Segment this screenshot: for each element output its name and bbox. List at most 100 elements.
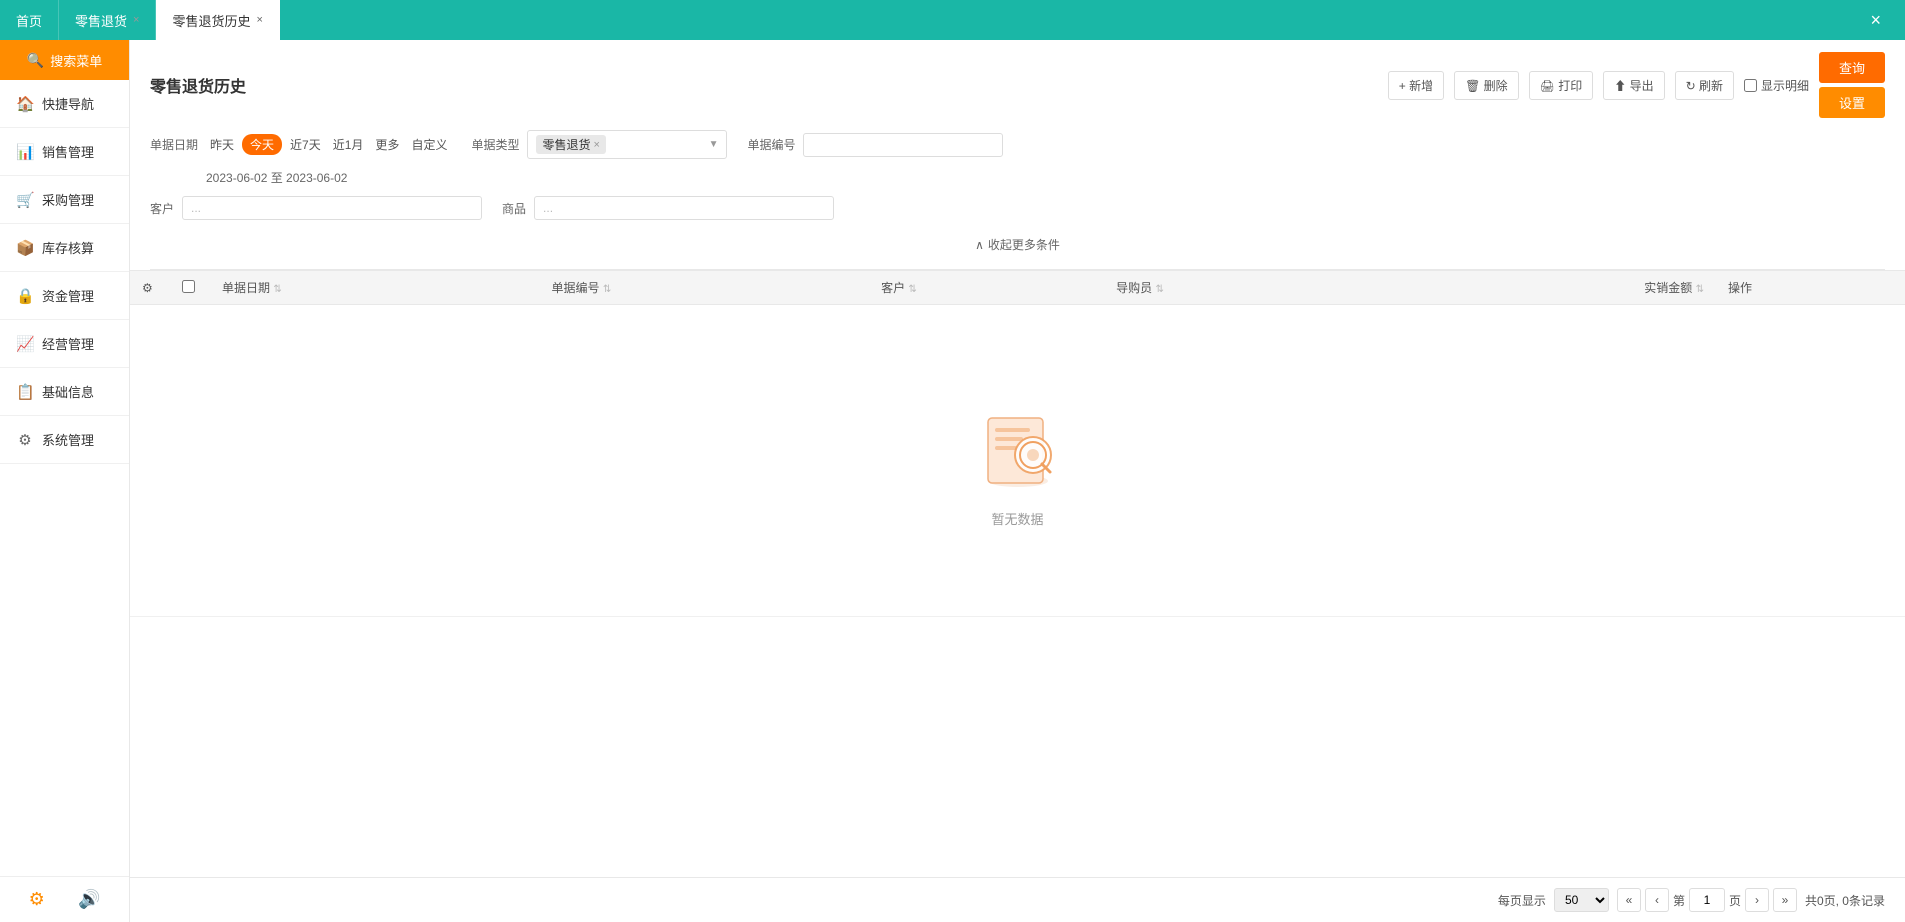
tab-retail-return-label: 零售退货 <box>75 11 127 30</box>
doc-type-select-arrow: ▼ <box>709 139 719 150</box>
sidebar-item-basic-info[interactable]: 📋 基础信息 <box>0 368 129 416</box>
show-detail-label: 显示明细 <box>1761 77 1809 94</box>
sidebar-item-purchase-mgmt[interactable]: 🛒 采购管理 <box>0 176 129 224</box>
sidebar: 🔍 搜索菜单 🏠 快捷导航 📊 销售管理 🛒 采购管理 📦 库存核算 🔒 资金管… <box>0 40 130 922</box>
sidebar-item-finance[interactable]: 🔒 资金管理 <box>0 272 129 320</box>
delete-button[interactable]: 🗑 删除 <box>1454 71 1519 100</box>
tab-home[interactable]: 首页 <box>0 0 59 40</box>
last-page-button[interactable]: » <box>1773 888 1797 912</box>
sidebar-item-inventory-label: 库存核算 <box>42 238 94 257</box>
date-opt-7days[interactable]: 近7天 <box>286 134 325 155</box>
page-title: 零售退货历史 <box>150 73 246 97</box>
th-settings[interactable]: ⚙ <box>130 271 170 305</box>
date-opt-custom[interactable]: 自定义 <box>407 134 451 155</box>
business-mgmt-icon: 📈 <box>16 335 34 353</box>
page-prefix: 第 <box>1673 892 1685 909</box>
header-actions: + 新增 🗑 删除 🖨 打印 ⬆ 导出 ↻ 刷新 显示明细 查询 设置 <box>1388 52 1885 118</box>
date-opt-1month[interactable]: 近1月 <box>329 134 368 155</box>
tab-retail-return[interactable]: 零售退货 × <box>59 0 156 40</box>
export-button[interactable]: ⬆ 导出 <box>1603 71 1664 100</box>
sidebar-item-sales-mgmt-label: 销售管理 <box>42 142 94 161</box>
th-doc-date[interactable]: 单据日期 ⇅ <box>210 271 540 305</box>
first-page-button[interactable]: « <box>1617 888 1641 912</box>
sidebar-item-quick-nav[interactable]: 🏠 快捷导航 <box>0 80 129 128</box>
customer-filter-label: 客户 <box>150 200 174 217</box>
filter-row-2: 客户 商品 <box>150 196 1885 220</box>
th-amount-label: 实销金额 <box>1644 281 1692 295</box>
date-range-text: 2023-06-02 至 2023-06-02 <box>206 169 347 186</box>
empty-icon <box>968 393 1068 493</box>
doc-number-input[interactable] <box>803 133 1003 157</box>
collapse-label: 收起更多条件 <box>988 236 1060 253</box>
query-button[interactable]: 查询 <box>1819 52 1885 83</box>
sidebar-item-business-mgmt[interactable]: 📈 经营管理 <box>0 320 129 368</box>
new-button[interactable]: + 新增 <box>1388 71 1444 100</box>
tab-retail-return-history-label: 零售退货历史 <box>172 11 250 30</box>
date-opt-more[interactable]: 更多 <box>371 134 403 155</box>
settings-button[interactable]: 设置 <box>1819 87 1885 118</box>
goods-input[interactable] <box>534 196 834 220</box>
sidebar-item-inventory[interactable]: 📦 库存核算 <box>0 224 129 272</box>
collapse-row: ∧ 收起更多条件 <box>150 230 1885 259</box>
quick-nav-icon: 🏠 <box>16 95 34 113</box>
doc-date-sort-icon: ⇅ <box>273 284 281 295</box>
th-doc-date-label: 单据日期 <box>222 281 270 295</box>
filter-row-1: 单据日期 昨天 今天 近7天 近1月 更多 自定义 单据类型 <box>150 130 1885 159</box>
show-detail-checkbox[interactable] <box>1744 79 1757 92</box>
page-size-select[interactable]: 20 50 100 200 <box>1554 888 1609 912</box>
guide-sort-icon: ⇅ <box>1156 284 1164 295</box>
page-title-row: 零售退货历史 + 新增 🗑 删除 🖨 打印 ⬆ 导出 ↻ 刷新 显示明细 查询 … <box>150 52 1885 118</box>
doc-type-tag-value: 零售退货 <box>542 136 590 153</box>
date-opt-yesterday[interactable]: 昨天 <box>206 134 238 155</box>
table-area: ⚙ 单据日期 ⇅ 单据编号 ⇅ 客户 ⇅ <box>130 271 1905 877</box>
sidebar-settings-icon[interactable]: ⚙ <box>29 889 45 910</box>
pagination-bar: 每页显示 20 50 100 200 « ‹ 第 页 › » 共0页, 0条记录 <box>130 877 1905 922</box>
sidebar-item-system-mgmt-label: 系统管理 <box>42 430 94 449</box>
collapse-button[interactable]: ∧ 收起更多条件 <box>975 236 1060 253</box>
table-header-row: ⚙ 单据日期 ⇅ 单据编号 ⇅ 客户 ⇅ <box>130 271 1905 305</box>
search-icon: 🔍 <box>27 52 44 69</box>
next-page-button[interactable]: › <box>1745 888 1769 912</box>
sidebar-item-system-mgmt[interactable]: ⚙ 系统管理 <box>0 416 129 464</box>
date-opt-today[interactable]: 今天 <box>242 134 282 155</box>
sidebar-item-sales-mgmt[interactable]: 📊 销售管理 <box>0 128 129 176</box>
th-doc-number[interactable]: 单据编号 ⇅ <box>540 271 870 305</box>
tab-retail-return-history-close[interactable]: × <box>256 14 262 26</box>
tab-retail-return-close[interactable]: × <box>133 14 139 26</box>
filter-area: 单据日期 昨天 今天 近7天 近1月 更多 自定义 单据类型 <box>150 130 1885 270</box>
customer-filter: 客户 <box>150 196 482 220</box>
th-guide[interactable]: 导购员 ⇅ <box>1104 271 1386 305</box>
prev-page-button[interactable]: ‹ <box>1645 888 1669 912</box>
main-layout: 🔍 搜索菜单 🏠 快捷导航 📊 销售管理 🛒 采购管理 📦 库存核算 🔒 资金管… <box>0 40 1905 922</box>
tab-list: 首页 零售退货 × 零售退货历史 × <box>0 0 1862 40</box>
basic-info-icon: 📋 <box>16 383 34 401</box>
doc-type-tag-close[interactable]: × <box>593 139 599 151</box>
tab-retail-return-history[interactable]: 零售退货历史 × <box>156 0 279 40</box>
sidebar-item-basic-info-label: 基础信息 <box>42 382 94 401</box>
sidebar-search[interactable]: 🔍 搜索菜单 <box>0 40 129 80</box>
amount-sort-icon: ⇅ <box>1696 284 1704 295</box>
sales-mgmt-icon: 📊 <box>16 143 34 161</box>
th-customer[interactable]: 客户 ⇅ <box>869 271 1104 305</box>
sidebar-search-label: 搜索菜单 <box>50 51 102 70</box>
select-all-checkbox[interactable] <box>182 280 195 293</box>
doc-number-filter-label: 单据编号 <box>747 136 795 153</box>
refresh-button[interactable]: ↻ 刷新 <box>1675 71 1734 100</box>
page-number-input[interactable] <box>1689 888 1725 912</box>
empty-text: 暂无数据 <box>991 509 1043 528</box>
sidebar-item-business-mgmt-label: 经营管理 <box>42 334 94 353</box>
inventory-icon: 📦 <box>16 239 34 257</box>
window-close-button[interactable]: × <box>1862 10 1889 31</box>
show-detail-checkbox-wrap[interactable]: 显示明细 <box>1744 77 1809 94</box>
doc-number-filter: 单据编号 <box>747 133 1003 157</box>
th-amount[interactable]: 实销金额 ⇅ <box>1386 271 1716 305</box>
sidebar-audio-icon[interactable]: 🔊 <box>78 889 100 910</box>
doc-type-select[interactable]: 零售退货 × ▼ <box>527 130 727 159</box>
th-checkbox[interactable] <box>170 271 210 305</box>
date-filter-label: 单据日期 <box>150 136 198 153</box>
goods-filter-label: 商品 <box>502 200 526 217</box>
customer-input[interactable] <box>182 196 482 220</box>
empty-svg <box>968 393 1068 493</box>
data-table: ⚙ 单据日期 ⇅ 单据编号 ⇅ 客户 ⇅ <box>130 271 1905 617</box>
print-button[interactable]: 🖨 打印 <box>1529 71 1594 100</box>
